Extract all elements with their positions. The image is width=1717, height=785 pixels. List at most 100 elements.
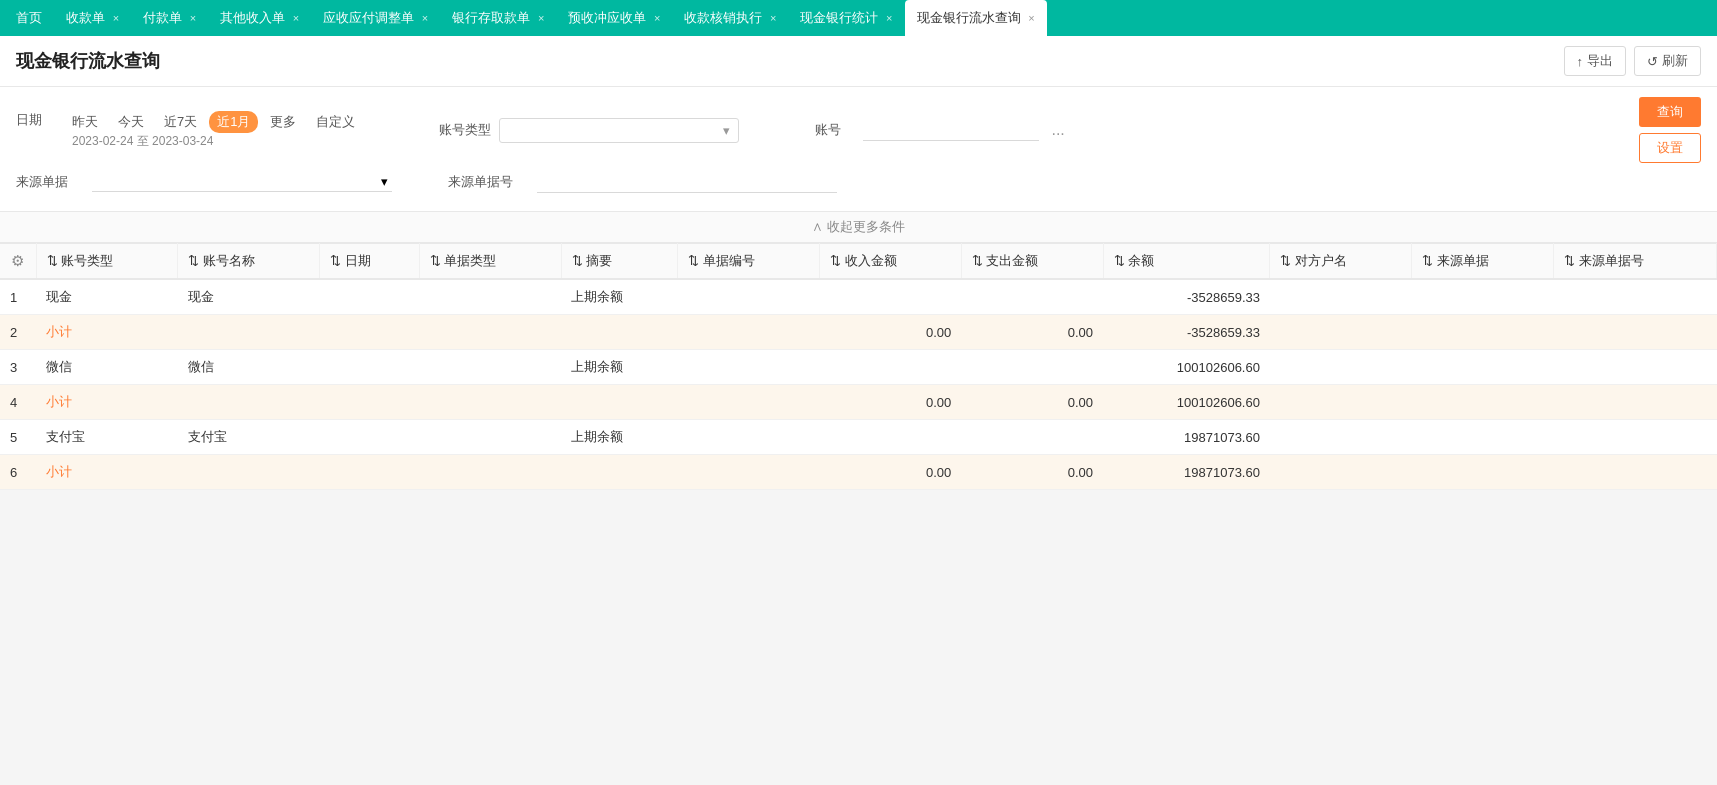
chevron-down-icon: ▾ [723, 123, 730, 138]
cell-expense: 0.00 [961, 385, 1103, 420]
cell-account-type: 小计 [36, 455, 178, 490]
row-no: 5 [0, 420, 36, 455]
nav-item-payment[interactable]: 付款单 × [131, 0, 208, 36]
filter-area: 日期 昨天 今天 近7天 近1月 更多 自定义 2023-02-24 至 202… [0, 87, 1717, 212]
th-account-type[interactable]: ⇅ 账号类型 [36, 244, 178, 280]
date-btn-custom[interactable]: 自定义 [308, 111, 363, 133]
cell-income [819, 279, 961, 315]
chevron-down-icon: ▾ [381, 174, 388, 189]
cell-expense [961, 279, 1103, 315]
close-icon[interactable]: × [113, 12, 119, 24]
cell-doc-type [419, 455, 561, 490]
th-date[interactable]: ⇅ 日期 [320, 244, 420, 280]
filter-row-date: 日期 昨天 今天 近7天 近1月 更多 自定义 2023-02-24 至 202… [16, 97, 1701, 163]
th-settings: ⚙ [0, 244, 36, 280]
close-icon[interactable]: × [770, 12, 776, 24]
close-icon[interactable]: × [1028, 12, 1034, 24]
date-shortcuts-group: 昨天 今天 近7天 近1月 更多 自定义 2023-02-24 至 2023-0… [64, 111, 363, 150]
table-body: 1现金现金上期余额-3528659.332小计0.000.00-3528659.… [0, 279, 1717, 490]
th-counterparty[interactable]: ⇅ 对方户名 [1270, 244, 1412, 280]
cell-doc-no [678, 455, 820, 490]
th-source-doc-no[interactable]: ⇅ 来源单据号 [1554, 244, 1717, 280]
row-no: 6 [0, 455, 36, 490]
nav-item-flow-query[interactable]: 现金银行流水查询 × [905, 0, 1047, 36]
th-income[interactable]: ⇅ 收入金额 [819, 244, 961, 280]
close-icon[interactable]: × [886, 12, 892, 24]
cell-doc-no [678, 279, 820, 315]
nav-item-receipt[interactable]: 收款单 × [54, 0, 131, 36]
row-no: 4 [0, 385, 36, 420]
cell-doc-no [678, 315, 820, 350]
cell-expense: 0.00 [961, 315, 1103, 350]
row-no: 2 [0, 315, 36, 350]
cell-counterparty [1270, 455, 1412, 490]
header-actions: ↑ 导出 ↺ 刷新 [1564, 46, 1702, 86]
th-balance[interactable]: ⇅ 余额 [1103, 244, 1270, 280]
cell-income: 0.00 [819, 385, 961, 420]
account-type-label: 账号类型 [439, 121, 491, 139]
date-label: 日期 [16, 111, 56, 129]
cell-source-doc-no [1554, 385, 1717, 420]
cell-counterparty [1270, 315, 1412, 350]
cell-summary: 上期余额 [561, 420, 678, 455]
account-type-select[interactable]: ▾ [499, 118, 739, 143]
cell-balance: 19871073.60 [1103, 455, 1270, 490]
cell-source-doc-no [1554, 279, 1717, 315]
dots-icon[interactable]: ... [1051, 121, 1064, 139]
close-icon[interactable]: × [422, 12, 428, 24]
table-header: ⚙ ⇅ 账号类型 ⇅ 账号名称 ⇅ 日期 ⇅ 单据类型 ⇅ 摘要 [0, 244, 1717, 280]
cell-account-type: 微信 [36, 350, 178, 385]
th-summary[interactable]: ⇅ 摘要 [561, 244, 678, 280]
date-btn-yesterday[interactable]: 昨天 [64, 111, 106, 133]
cell-doc-no [678, 350, 820, 385]
table-row: 1现金现金上期余额-3528659.33 [0, 279, 1717, 315]
th-doc-no[interactable]: ⇅ 单据编号 [678, 244, 820, 280]
nav-item-adjustment[interactable]: 应收应付调整单 × [311, 0, 440, 36]
query-button[interactable]: 查询 [1639, 97, 1701, 127]
data-table: ⚙ ⇅ 账号类型 ⇅ 账号名称 ⇅ 日期 ⇅ 单据类型 ⇅ 摘要 [0, 243, 1717, 490]
th-doc-type[interactable]: ⇅ 单据类型 [419, 244, 561, 280]
cell-account-name [178, 455, 320, 490]
close-icon[interactable]: × [190, 12, 196, 24]
cell-counterparty [1270, 279, 1412, 315]
export-button[interactable]: ↑ 导出 [1564, 46, 1627, 76]
close-icon[interactable]: × [654, 12, 660, 24]
table-row: 6小计0.000.0019871073.60 [0, 455, 1717, 490]
date-btn-today[interactable]: 今天 [110, 111, 152, 133]
gear-icon[interactable]: ⚙ [11, 252, 24, 269]
date-btn-more[interactable]: 更多 [262, 111, 304, 133]
nav-item-verify[interactable]: 收款核销执行 × [672, 0, 788, 36]
cell-expense [961, 420, 1103, 455]
cell-account-type: 小计 [36, 385, 178, 420]
close-icon[interactable]: × [538, 12, 544, 24]
account-no-input[interactable] [863, 119, 1039, 141]
collapse-up-icon: ∧ [812, 219, 827, 234]
nav-item-bank-deposit[interactable]: 银行存取款单 × [440, 0, 556, 36]
refresh-button[interactable]: ↺ 刷新 [1634, 46, 1701, 76]
cell-doc-type [419, 350, 561, 385]
nav-item-advance[interactable]: 预收冲应收单 × [556, 0, 672, 36]
nav-item-stats[interactable]: 现金银行统计 × [788, 0, 904, 36]
cell-account-type: 现金 [36, 279, 178, 315]
settings-button[interactable]: 设置 [1639, 133, 1701, 163]
source-doc-no-input[interactable] [537, 171, 837, 193]
date-range-display: 2023-02-24 至 2023-03-24 [72, 133, 363, 150]
nav-item-other-income[interactable]: 其他收入单 × [208, 0, 311, 36]
th-account-name[interactable]: ⇅ 账号名称 [178, 244, 320, 280]
cell-account-type: 支付宝 [36, 420, 178, 455]
date-btn-1month[interactable]: 近1月 [209, 111, 258, 133]
top-navigation: 首页 收款单 × 付款单 × 其他收入单 × 应收应付调整单 × 银行存取款单 … [0, 0, 1717, 36]
cell-summary: 上期余额 [561, 279, 678, 315]
close-icon[interactable]: × [293, 12, 299, 24]
th-source-doc[interactable]: ⇅ 来源单据 [1412, 244, 1554, 280]
collapse-bar[interactable]: ∧ 收起更多条件 [0, 212, 1717, 243]
source-doc-select[interactable]: ▾ [92, 172, 392, 192]
cell-date [320, 350, 420, 385]
cell-source-doc [1412, 315, 1554, 350]
cell-expense [961, 350, 1103, 385]
cell-balance: -3528659.33 [1103, 315, 1270, 350]
cell-income: 0.00 [819, 315, 961, 350]
date-btn-7days[interactable]: 近7天 [156, 111, 205, 133]
th-expense[interactable]: ⇅ 支出金额 [961, 244, 1103, 280]
nav-item-home[interactable]: 首页 [4, 0, 54, 36]
